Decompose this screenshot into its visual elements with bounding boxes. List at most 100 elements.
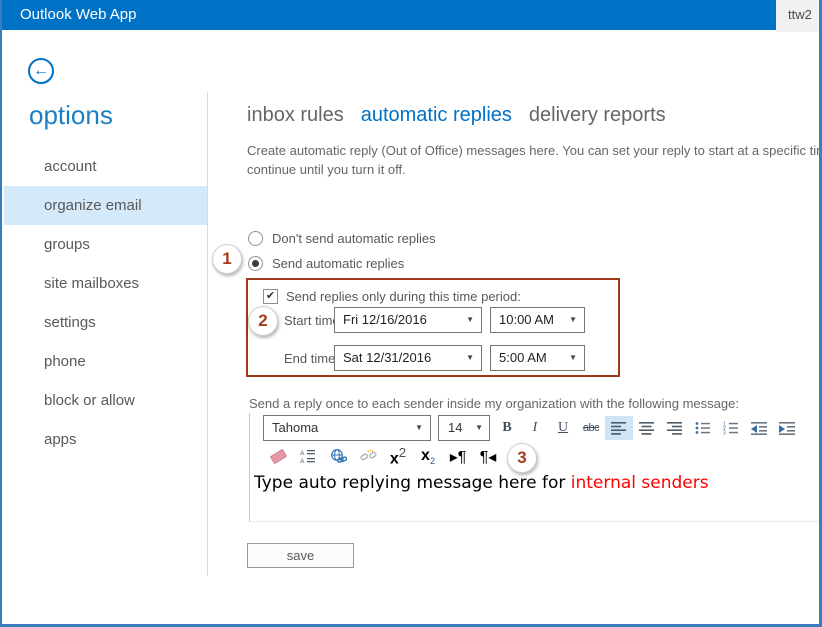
tab-delivery-reports[interactable]: delivery reports xyxy=(529,104,666,127)
top-bar: Outlook Web App xyxy=(0,0,822,30)
tab-automatic-replies[interactable]: automatic replies xyxy=(361,104,512,127)
description-line-2: continue until you turn it off. xyxy=(247,160,819,179)
remove-hyperlink-button[interactable] xyxy=(353,445,383,469)
start-time-value: 10:00 AM xyxy=(499,312,554,327)
strikethrough-icon: abc xyxy=(583,422,599,434)
rtl-paragraph-icon: ¶◂ xyxy=(480,447,497,467)
back-button[interactable]: ← xyxy=(28,58,54,84)
period-checkbox-label: Send replies only during this time perio… xyxy=(286,289,521,304)
account-chip[interactable]: ttw2 xyxy=(776,0,822,32)
tab-bar: inbox rules automatic replies delivery r… xyxy=(247,104,666,127)
radio-unselected-icon[interactable] xyxy=(248,231,263,246)
sidebar-item-settings[interactable]: settings xyxy=(4,303,207,342)
paragraph-format-button[interactable]: A A xyxy=(293,445,323,469)
sidebar-item-groups[interactable]: groups xyxy=(4,225,207,264)
superscript-icon: x2 xyxy=(390,445,406,468)
end-time-value: 5:00 AM xyxy=(499,350,547,365)
svg-text:A: A xyxy=(300,458,305,464)
sidebar-item-organize-email[interactable]: organize email xyxy=(4,186,207,225)
chevron-down-icon: ▼ xyxy=(475,416,483,440)
time-period-box: ✔ Send replies only during this time per… xyxy=(246,278,620,377)
font-size-dropdown[interactable]: 14 ▼ xyxy=(438,415,490,441)
clear-formatting-button[interactable] xyxy=(263,445,293,469)
svg-text:3: 3 xyxy=(723,431,726,436)
message-text: Type auto replying message here for xyxy=(254,473,571,493)
start-date-dropdown[interactable]: Fri 12/16/2016 ▼ xyxy=(334,307,482,333)
sidebar-item-block-or-allow[interactable]: block or allow xyxy=(4,381,207,420)
sidebar-item-phone[interactable]: phone xyxy=(4,342,207,381)
radio-dont-send[interactable]: Don't send automatic replies xyxy=(248,231,436,246)
end-date-value: Sat 12/31/2016 xyxy=(343,350,431,365)
font-family-value: Tahoma xyxy=(272,420,318,435)
description-text: Create automatic reply (Out of Office) m… xyxy=(247,141,819,179)
superscript-button[interactable]: x2 xyxy=(383,445,413,469)
bold-button[interactable]: B xyxy=(493,416,521,440)
radio-dont-send-label: Don't send automatic replies xyxy=(272,231,436,246)
radio-selected-icon[interactable] xyxy=(248,256,263,271)
chevron-down-icon: ▼ xyxy=(415,416,423,440)
chevron-down-icon: ▼ xyxy=(466,346,474,370)
align-center-icon xyxy=(639,421,655,435)
strikethrough-button[interactable]: abc xyxy=(577,416,605,440)
bold-icon: B xyxy=(502,420,511,436)
right-to-left-button[interactable]: ¶◂ xyxy=(473,445,503,469)
outlook-web-app-window: Outlook Web App ttw2 ← options account o… xyxy=(0,0,822,627)
left-to-right-button[interactable]: ▸¶ xyxy=(443,445,473,469)
chevron-down-icon: ▼ xyxy=(569,308,577,332)
numbered-list-button[interactable]: 1 2 3 xyxy=(717,416,745,440)
subscript-icon: x2 xyxy=(421,447,435,466)
radio-send-label: Send automatic replies xyxy=(272,256,404,271)
font-size-value: 14 xyxy=(448,420,462,435)
bullet-list-button[interactable] xyxy=(689,416,717,440)
annotation-step-1: 1 xyxy=(212,244,242,274)
decrease-indent-button[interactable] xyxy=(745,416,773,440)
underline-button[interactable]: U xyxy=(549,416,577,440)
align-left-icon xyxy=(611,421,627,435)
align-left-button[interactable] xyxy=(605,416,633,440)
paragraph-format-icon: A A xyxy=(300,449,316,464)
broken-link-icon xyxy=(360,449,377,464)
ltr-paragraph-icon: ▸¶ xyxy=(450,447,467,467)
sidebar-item-apps[interactable]: apps xyxy=(4,420,207,459)
page-title: options xyxy=(29,100,113,131)
italic-button[interactable]: I xyxy=(521,416,549,440)
start-time-dropdown[interactable]: 10:00 AM ▼ xyxy=(490,307,585,333)
editor-intro-text: Send a reply once to each sender inside … xyxy=(249,396,739,411)
annotation-step-2: 2 xyxy=(248,306,278,336)
align-right-icon xyxy=(667,421,683,435)
chevron-down-icon: ▼ xyxy=(569,346,577,370)
description-line-1: Create automatic reply (Out of Office) m… xyxy=(247,141,819,160)
increase-indent-icon xyxy=(779,421,796,435)
align-right-button[interactable] xyxy=(661,416,689,440)
sidebar-divider xyxy=(207,92,208,576)
message-editor[interactable]: Type auto replying message here for inte… xyxy=(254,473,709,493)
app-title: Outlook Web App xyxy=(20,0,136,30)
subscript-button[interactable]: x2 xyxy=(413,445,443,469)
underline-icon: U xyxy=(558,420,568,436)
eraser-icon xyxy=(269,449,286,465)
end-date-dropdown[interactable]: Sat 12/31/2016 ▼ xyxy=(334,345,482,371)
tab-inbox-rules[interactable]: inbox rules xyxy=(247,104,344,127)
annotation-step-3: 3 xyxy=(507,443,537,473)
sidebar-item-account[interactable]: account xyxy=(4,147,207,186)
sidebar-item-site-mailboxes[interactable]: site mailboxes xyxy=(4,264,207,303)
align-center-button[interactable] xyxy=(633,416,661,440)
save-button[interactable]: save xyxy=(247,543,354,568)
hyperlink-globe-icon xyxy=(330,449,347,464)
decrease-indent-icon xyxy=(751,421,768,435)
message-text-red: internal senders xyxy=(571,473,709,493)
end-time-dropdown[interactable]: 5:00 AM ▼ xyxy=(490,345,585,371)
numbered-list-icon: 1 2 3 xyxy=(723,421,739,435)
increase-indent-button[interactable] xyxy=(773,416,801,440)
editor-toolbar-row-1: Tahoma ▼ 14 ▼ B I U abc xyxy=(250,413,821,443)
insert-hyperlink-button[interactable] xyxy=(323,445,353,469)
svg-text:A: A xyxy=(300,450,305,457)
start-date-value: Fri 12/16/2016 xyxy=(343,312,427,327)
radio-send[interactable]: Send automatic replies xyxy=(248,256,404,271)
period-checkbox-row[interactable]: ✔ Send replies only during this time per… xyxy=(263,289,521,304)
font-family-dropdown[interactable]: Tahoma ▼ xyxy=(263,415,431,441)
end-time-label: End time: xyxy=(284,351,339,366)
sidebar: account organize email groups site mailb… xyxy=(4,147,207,459)
checkbox-checked-icon[interactable]: ✔ xyxy=(263,289,278,304)
bullet-list-icon xyxy=(695,421,711,435)
